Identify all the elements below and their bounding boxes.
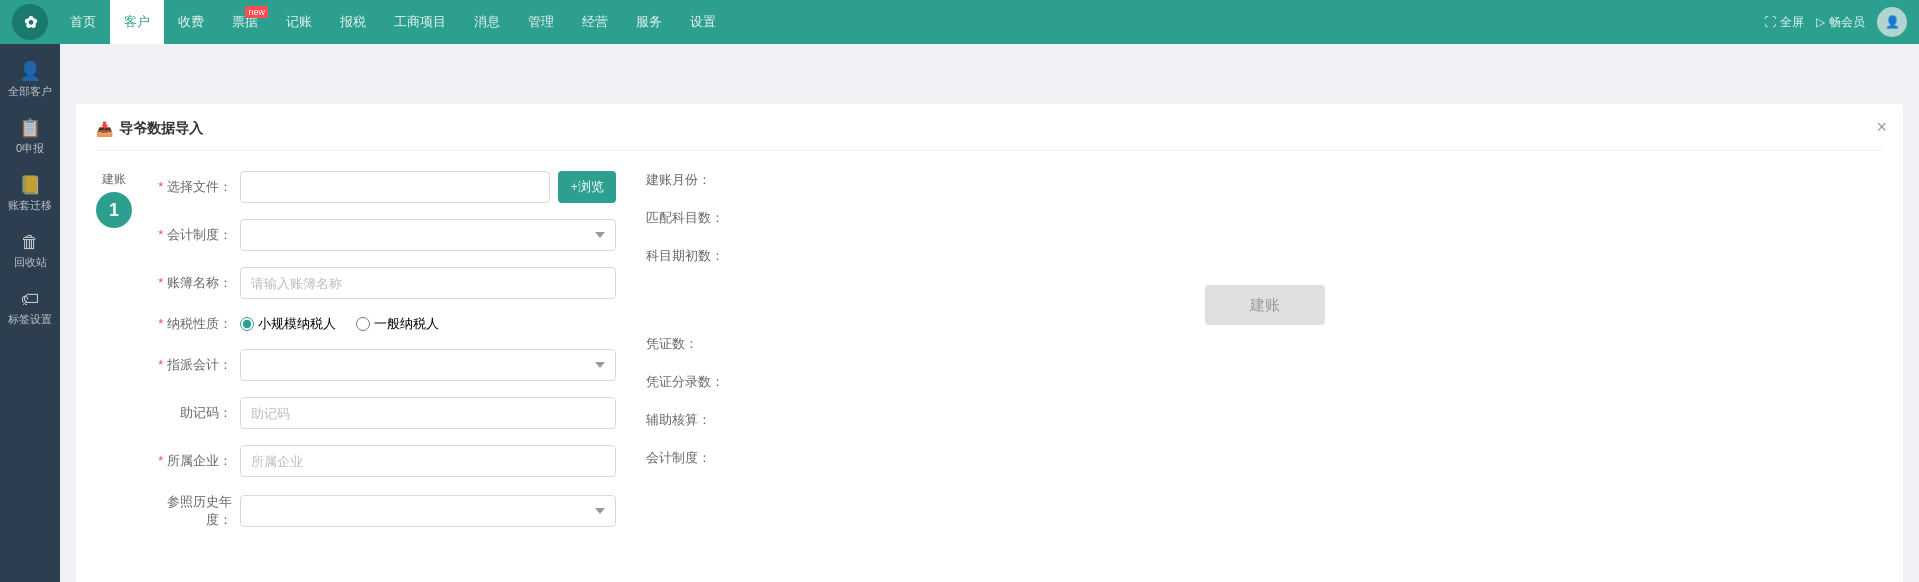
info-label-3: 凭证数： (646, 335, 736, 353)
navbar-item-business[interactable]: 工商项目 (380, 0, 460, 44)
info-row-0: 建账月份： (646, 171, 1883, 189)
step-circle: 1 (96, 192, 132, 228)
users-icon: 👤 (19, 62, 41, 80)
info-row-5: 辅助核算： (646, 411, 1883, 429)
sidebar-item-recycle[interactable]: 🗑 回收站 (0, 223, 60, 280)
navbar-item-settings[interactable]: 设置 (676, 0, 730, 44)
main-content: 📥 导爷数据导入 × 建账 1 选择文件： (60, 88, 1919, 582)
tax-small-radio[interactable] (240, 317, 254, 331)
accountant-row: 指派会计： (152, 349, 616, 381)
info-label-6: 会计制度： (646, 449, 736, 467)
navbar-item-service[interactable]: 服务 (622, 0, 676, 44)
form-left: 建账 1 选择文件： +浏览 (96, 171, 616, 545)
navbar-item-fee[interactable]: 收费 (164, 0, 218, 44)
member-button[interactable]: ▷ 畅会员 (1816, 14, 1865, 31)
navbar-item-operation[interactable]: 经营 (568, 0, 622, 44)
sidebar-item-migrate[interactable]: 📒 账套迁移 (0, 166, 60, 223)
accountant-label: 指派会计： (152, 356, 232, 374)
info-row-1: 匹配科目数： (646, 209, 1883, 227)
form-fields: 选择文件： +浏览 会计制度： (152, 171, 616, 545)
info-label-1: 匹配科目数： (646, 209, 736, 227)
history-year-row: 参照历史年度： (152, 493, 616, 529)
dialog-title: 导爷数据导入 (119, 120, 203, 138)
history-year-label: 参照历史年度： (152, 493, 232, 529)
new-badge: new (245, 6, 268, 18)
file-input[interactable] (240, 171, 550, 203)
memo-code-input[interactable] (240, 397, 616, 429)
navbar-item-manage[interactable]: 管理 (514, 0, 568, 44)
tax-general-label: 一般纳税人 (374, 315, 439, 333)
dialog-card: 📥 导爷数据导入 × 建账 1 选择文件： (76, 104, 1903, 582)
step-indicator: 建账 1 (96, 171, 132, 228)
accounting-system-label: 会计制度： (152, 226, 232, 244)
close-button[interactable]: × (1876, 118, 1887, 136)
import-icon: 📥 (96, 121, 113, 137)
accounting-system-row: 会计制度： (152, 219, 616, 251)
navbar: ✿ 首页 客户 收费 票据 new 记账 报税 工商项目 消息 管理 经营 服务… (0, 0, 1919, 44)
info-label-0: 建账月份： (646, 171, 736, 189)
tax-general-radio[interactable] (356, 317, 370, 331)
navbar-item-bookkeeping[interactable]: 记账 (272, 0, 326, 44)
history-year-select[interactable] (240, 495, 616, 527)
trash-icon: 🗑 (21, 233, 39, 251)
memo-code-row: 助记码： (152, 397, 616, 429)
tax-general[interactable]: 一般纳税人 (356, 315, 439, 333)
migrate-icon: 📒 (19, 176, 41, 194)
sidebar-item-tag-settings[interactable]: 🏷 标签设置 (0, 280, 60, 337)
ledger-name-label: 账簿名称： (152, 274, 232, 292)
navbar-item-client[interactable]: 客户 (110, 0, 164, 44)
navbar-item-home[interactable]: 首页 (56, 0, 110, 44)
memo-code-label: 助记码： (152, 404, 232, 422)
navbar-item-invoice[interactable]: 票据 new (218, 0, 272, 44)
file-row: 选择文件： +浏览 (152, 171, 616, 203)
build-button-wrap: 建账 (646, 285, 1883, 325)
info-label-5: 辅助核算： (646, 411, 736, 429)
info-label-4: 凭证分录数： (646, 373, 736, 391)
app-logo[interactable]: ✿ (12, 4, 48, 40)
company-input[interactable] (240, 445, 616, 477)
accountant-select[interactable] (240, 349, 616, 381)
accounting-system-select[interactable] (240, 219, 616, 251)
tax-type-label: 纳税性质： (152, 315, 232, 333)
browse-button[interactable]: +浏览 (558, 171, 616, 203)
info-row-3: 凭证数： (646, 335, 1883, 353)
build-button[interactable]: 建账 (1205, 285, 1325, 325)
info-row-2: 科目期初数： (646, 247, 1883, 265)
form-right: 建账月份： 匹配科目数： 科目期初数： 建账 凭证数： (616, 171, 1883, 545)
info-row-4: 凭证分录数： (646, 373, 1883, 391)
sidebar-item-zero-declare[interactable]: 📋 0申报 (0, 109, 60, 166)
sidebar-item-all-clients[interactable]: 👤 全部客户 (0, 52, 60, 109)
tax-type-row: 纳税性质： 小规模纳税人 一般纳税人 (152, 315, 616, 333)
tax-small-scale[interactable]: 小规模纳税人 (240, 315, 336, 333)
navbar-menu: 首页 客户 收费 票据 new 记账 报税 工商项目 消息 管理 经营 服务 设… (56, 0, 1764, 44)
ledger-name-input[interactable] (240, 267, 616, 299)
file-label: 选择文件： (152, 178, 232, 196)
form-layout: 建账 1 选择文件： +浏览 (96, 171, 1883, 545)
play-icon: ▷ (1816, 15, 1825, 29)
navbar-item-tax[interactable]: 报税 (326, 0, 380, 44)
company-row: 所属企业： (152, 445, 616, 477)
info-row-6: 会计制度： (646, 449, 1883, 467)
file-input-wrap: +浏览 (240, 171, 616, 203)
avatar[interactable]: 👤 (1877, 7, 1907, 37)
tax-small-label: 小规模纳税人 (258, 315, 336, 333)
info-label-2: 科目期初数： (646, 247, 736, 265)
navbar-right: ⛶ 全屏 ▷ 畅会员 👤 (1764, 7, 1907, 37)
dialog-header: 📥 导爷数据导入 (96, 120, 1883, 151)
user-icon: 👤 (1885, 15, 1900, 29)
company-label: 所属企业： (152, 452, 232, 470)
fullscreen-icon: ⛶ (1764, 15, 1776, 29)
sidebar: 👤 全部客户 📋 0申报 📒 账套迁移 🗑 回收站 🏷 标签设置 (0, 44, 60, 582)
step-label: 建账 (102, 171, 126, 188)
ledger-name-row: 账簿名称： (152, 267, 616, 299)
tag-icon: 🏷 (21, 290, 39, 308)
tax-type-radio-group: 小规模纳税人 一般纳税人 (240, 315, 439, 333)
declare-icon: 📋 (19, 119, 41, 137)
navbar-item-message[interactable]: 消息 (460, 0, 514, 44)
fullscreen-button[interactable]: ⛶ 全屏 (1764, 14, 1804, 31)
